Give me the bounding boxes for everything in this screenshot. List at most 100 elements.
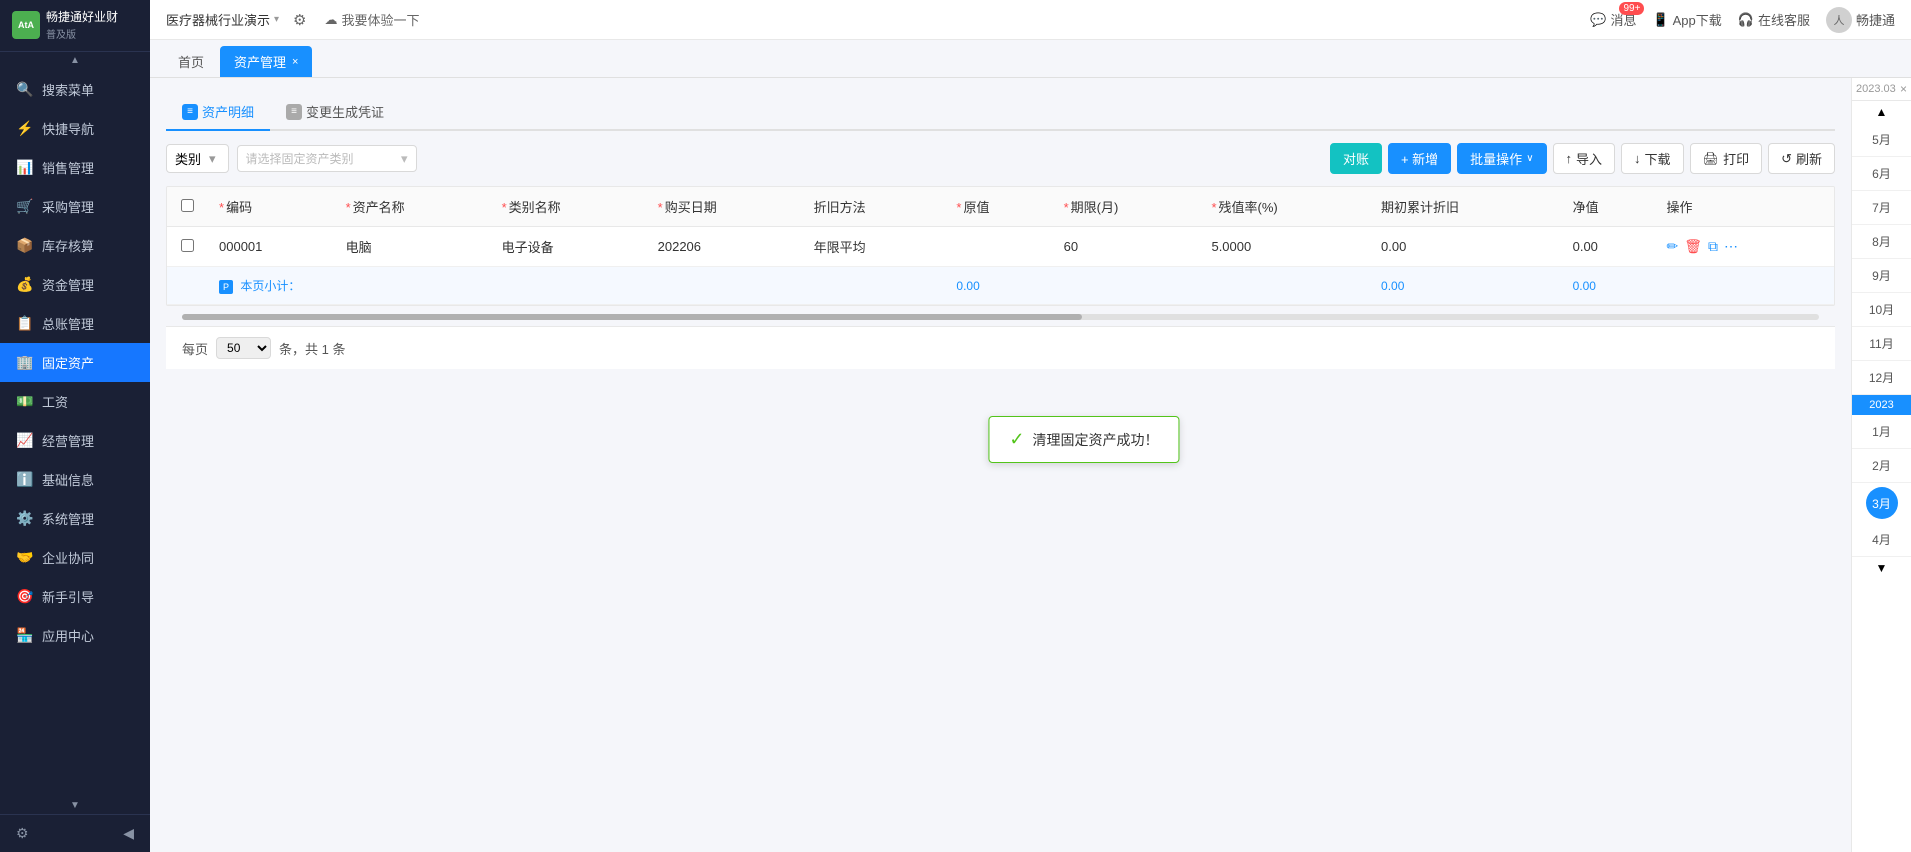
scrollbar-thumb[interactable]: [182, 314, 1082, 320]
select-all-checkbox[interactable]: [181, 199, 194, 212]
subtotal-label: P 本页小计：: [207, 267, 944, 305]
sidebar-item-ledger[interactable]: 📋 总账管理: [0, 304, 150, 343]
sidebar-item-finance[interactable]: 💰 资金管理: [0, 265, 150, 304]
inventory-icon: 📦: [16, 236, 34, 254]
sidebar-item-system[interactable]: ⚙️ 系统管理: [0, 499, 150, 538]
row-checkbox[interactable]: [181, 239, 194, 252]
right-panel-scroll-down[interactable]: ▼: [1872, 557, 1892, 579]
sidebar-item-operations[interactable]: 📈 经营管理: [0, 421, 150, 460]
sub-tab-asset-detail-label: 资产明细: [202, 102, 254, 121]
print-button[interactable]: 🖨 打印: [1690, 143, 1763, 174]
sidebar-item-quicknav[interactable]: ⚡ 快捷导航: [0, 109, 150, 148]
edit-icon[interactable]: ✏: [1667, 238, 1679, 255]
sidebar-footer: ⚙ ◀: [0, 814, 150, 852]
category-value-filter[interactable]: 请选择固定资产类别 ▾: [237, 145, 417, 172]
close-panel-icon[interactable]: ×: [1900, 82, 1907, 96]
cell-actions: ✏ 🗑 ⧉ ⋯: [1655, 227, 1834, 267]
date-item-8[interactable]: 8月: [1852, 225, 1911, 259]
category-filter[interactable]: 类别 ▾: [166, 144, 229, 173]
date-item-3-active[interactable]: 3月: [1866, 487, 1898, 519]
sidebar-item-label: 固定资产: [42, 353, 94, 372]
sidebar-item-label: 搜索菜单: [42, 80, 94, 99]
settings-footer-icon[interactable]: ⚙: [16, 825, 29, 842]
total-count: 条，共 1 条: [279, 339, 345, 358]
sidebar-item-fixed-assets[interactable]: 🏢 固定资产: [0, 343, 150, 382]
sidebar-item-basic-info[interactable]: ℹ️ 基础信息: [0, 460, 150, 499]
copy-icon[interactable]: ⧉: [1708, 238, 1718, 255]
sidebar-item-label: 资金管理: [42, 275, 94, 294]
app-download-button[interactable]: 📱 App下载: [1652, 10, 1721, 29]
fixed-assets-icon: 🏢: [16, 353, 34, 371]
user-menu[interactable]: 人 畅捷通: [1826, 7, 1895, 33]
subtotal-net-value: 0.00: [1561, 267, 1655, 305]
sidebar-item-purchase[interactable]: 🛒 采购管理: [0, 187, 150, 226]
right-panel-header: 2023.03 ×: [1852, 78, 1911, 101]
sidebar-item-payroll[interactable]: 💵 工资: [0, 382, 150, 421]
company-selector[interactable]: 医疗器械行业演示 ▾: [166, 10, 279, 29]
delete-icon[interactable]: 🗑: [1684, 238, 1702, 255]
user-label: 畅捷通: [1856, 10, 1895, 29]
experience-label: 我要体验一下: [342, 10, 420, 29]
pagination: 每页 50 100 200 条，共 1 条: [166, 326, 1835, 369]
import-button[interactable]: ↑ 导入: [1553, 143, 1616, 174]
date-item-6[interactable]: 6月: [1852, 157, 1911, 191]
new-button[interactable]: + 新增: [1388, 143, 1451, 174]
more-icon[interactable]: ⋯: [1724, 238, 1738, 255]
collapse-icon[interactable]: ◀: [123, 825, 134, 842]
sidebar-item-search[interactable]: 🔍 搜索菜单: [0, 70, 150, 109]
date-item-7[interactable]: 7月: [1852, 191, 1911, 225]
col-name: *资产名称: [334, 187, 490, 227]
sidebar-item-label: 新手引导: [42, 587, 94, 606]
col-code: *编码: [207, 187, 334, 227]
right-panel-scroll-up[interactable]: ▲: [1872, 101, 1892, 123]
online-service-button[interactable]: 🎧 在线客服: [1738, 10, 1810, 29]
date-item-2[interactable]: 2月: [1852, 449, 1911, 483]
refresh-button[interactable]: ↺ 刷新: [1768, 143, 1835, 174]
date-item-5[interactable]: 5月: [1852, 123, 1911, 157]
toolbar: 类别 ▾ 请选择固定资产类别 ▾ 对账 + 新增: [166, 143, 1835, 174]
change-voucher-icon: ≡: [286, 104, 302, 120]
sidebar-scroll-up[interactable]: ▲: [0, 52, 150, 70]
horizontal-scrollbar[interactable]: [166, 306, 1835, 326]
cell-period: 60: [1052, 227, 1200, 267]
sidebar-item-guide[interactable]: 🎯 新手引导: [0, 577, 150, 616]
batch-operation-button[interactable]: 批量操作 ∨: [1457, 143, 1546, 174]
sidebar-item-label: 基础信息: [42, 470, 94, 489]
download-button[interactable]: ↓ 下载: [1621, 143, 1684, 174]
sidebar-item-label: 工资: [42, 392, 68, 411]
subtotal-icon: P: [219, 280, 233, 294]
asset-detail-icon: ≡: [182, 104, 198, 120]
tab-home[interactable]: 首页: [166, 46, 216, 77]
appstore-icon: 🏪: [16, 626, 34, 644]
sidebar-scroll-down[interactable]: ▼: [0, 796, 150, 814]
date-item-9[interactable]: 9月: [1852, 259, 1911, 293]
sidebar-item-appstore[interactable]: 🏪 应用中心: [0, 616, 150, 655]
sidebar-item-label: 经营管理: [42, 431, 94, 450]
sub-tab-asset-detail[interactable]: ≡ 资产明细: [166, 94, 270, 131]
panel-year-label: 2023.03: [1856, 83, 1896, 95]
sidebar-item-collaboration[interactable]: 🤝 企业协同: [0, 538, 150, 577]
tab-asset-management[interactable]: 资产管理 ×: [220, 46, 312, 77]
logo-sub: 普及版: [46, 26, 118, 41]
date-item-11[interactable]: 11月: [1852, 327, 1911, 361]
date-item-1[interactable]: 1月: [1852, 415, 1911, 449]
notifications-button[interactable]: 💬 消息 99+: [1590, 10, 1636, 29]
online-service-label: 在线客服: [1758, 10, 1810, 29]
operations-icon: 📈: [16, 431, 34, 449]
date-item-10[interactable]: 10月: [1852, 293, 1911, 327]
search-icon: 🔍: [16, 80, 34, 98]
per-page-select[interactable]: 50 100 200: [216, 337, 271, 359]
date-item-4[interactable]: 4月: [1852, 523, 1911, 557]
sidebar-item-inventory[interactable]: 📦 库存核算: [0, 226, 150, 265]
reconcile-button[interactable]: 对账: [1330, 143, 1382, 174]
experience-button[interactable]: ☁ 我要体验一下: [325, 10, 420, 29]
date-item-12[interactable]: 12月: [1852, 361, 1911, 395]
sub-tab-change-voucher[interactable]: ≡ 变更生成凭证: [270, 94, 400, 131]
sidebar-header: AtA 畅捷通好业财 普及版: [0, 0, 150, 52]
year-marker-2023: 2023: [1852, 395, 1911, 415]
guide-icon: 🎯: [16, 587, 34, 605]
tab-close-icon[interactable]: ×: [292, 56, 298, 68]
toolbar-right: 对账 + 新增 批量操作 ∨ ↑ 导入 ↓ 下载: [1330, 143, 1835, 174]
sidebar-item-sales[interactable]: 📊 销售管理: [0, 148, 150, 187]
header-settings-icon[interactable]: ⚙: [293, 11, 306, 29]
